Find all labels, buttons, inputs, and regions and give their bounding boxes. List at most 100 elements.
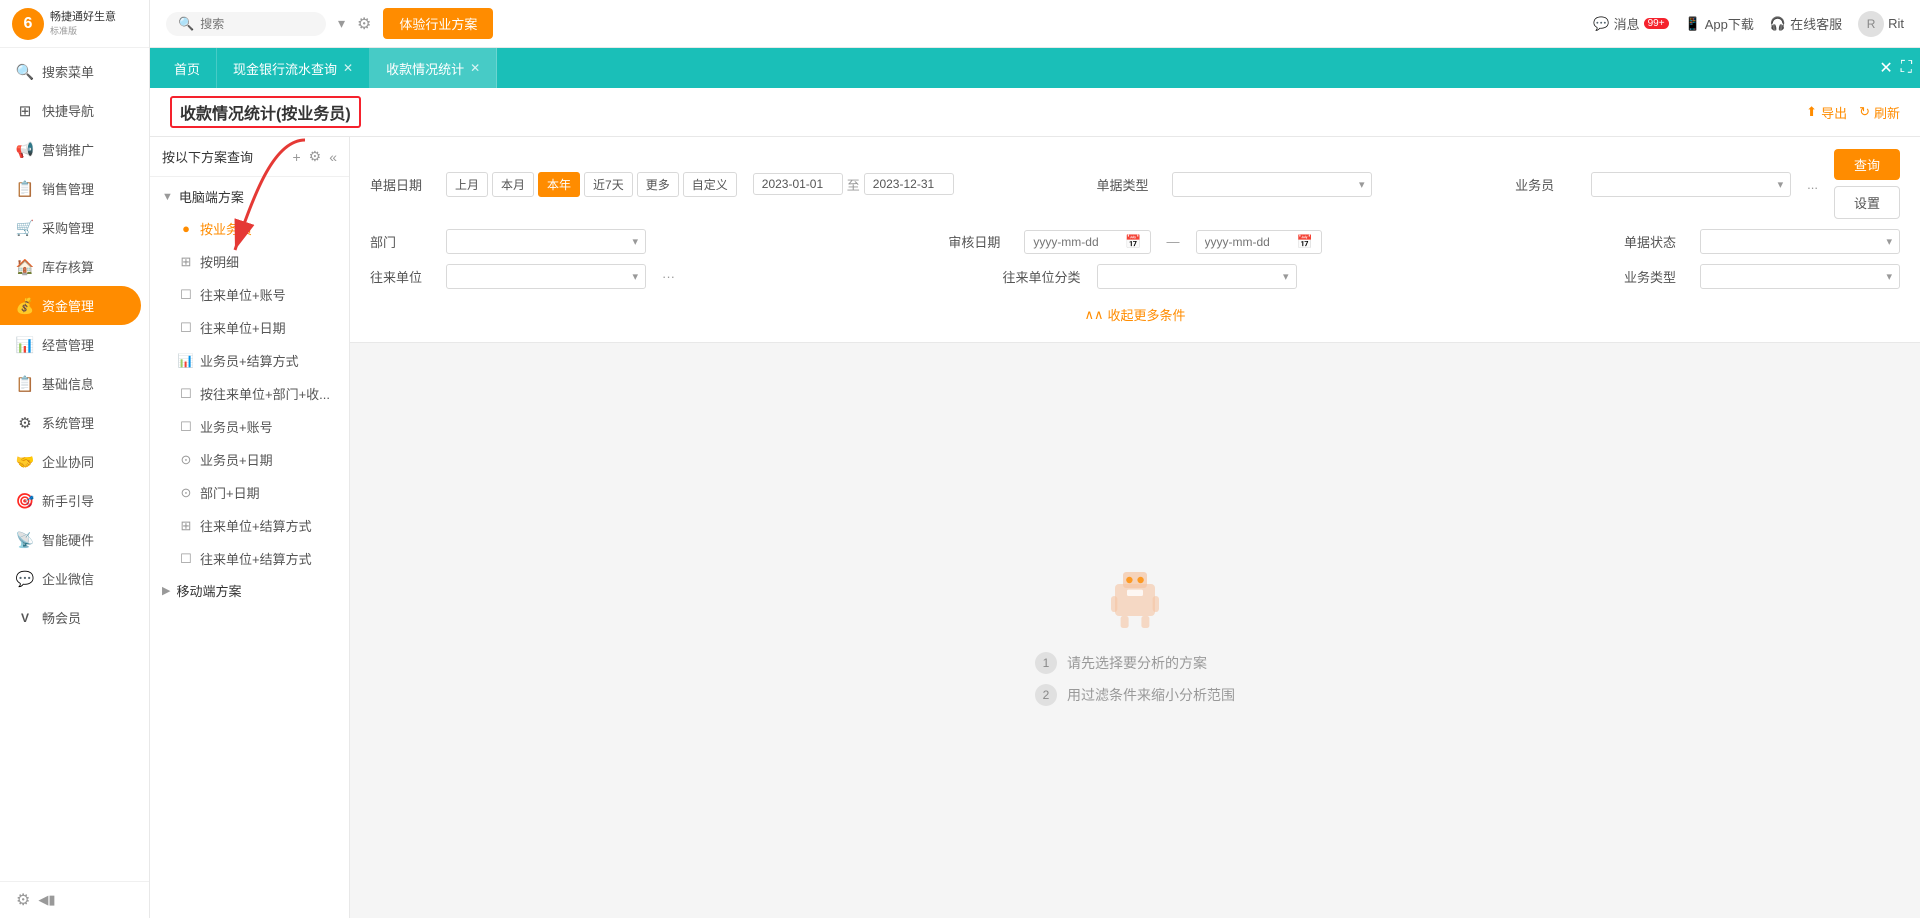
query-button[interactable]: 查询: [1834, 149, 1900, 180]
date-custom-btn[interactable]: 自定义: [683, 172, 737, 197]
tree-item-salesperson-account[interactable]: ☐ 业务员+账号: [150, 410, 349, 443]
business-type-label: 业务类型: [1624, 267, 1684, 286]
business-type-select[interactable]: [1700, 264, 1900, 289]
empty-robot-icon: [1095, 556, 1175, 636]
tree-item-dept-date[interactable]: ⊙ 部门+日期: [150, 476, 349, 509]
tree-item-unit-dept-label: 按往来单位+部门+收...: [200, 384, 330, 403]
calendar-to-icon[interactable]: 📅: [1297, 234, 1313, 250]
sidebar-item-capital[interactable]: 💰 资金管理: [0, 286, 141, 325]
tree-group-mobile-header[interactable]: ▶ 移动端方案: [150, 575, 349, 606]
tree-item-unit-dept-receipt[interactable]: ☐ 按往来单位+部门+收...: [150, 377, 349, 410]
date-from-input[interactable]: [753, 173, 843, 195]
tree-group-mobile-arrow: ▶: [162, 584, 170, 597]
salesperson-settlement-icon: 📊: [178, 353, 194, 369]
sidebar-item-basic[interactable]: 📋 基础信息: [0, 364, 149, 403]
collapse-conditions-btn[interactable]: ∧∧ 收起更多条件: [370, 299, 1900, 330]
salesperson-select[interactable]: [1591, 172, 1791, 197]
salesperson-more-icon[interactable]: ...: [1807, 177, 1818, 192]
sidebar-settings-icon[interactable]: ⚙: [16, 890, 30, 910]
window-close-btn[interactable]: ✕: [1879, 58, 1892, 78]
sidebar-item-inventory-label: 库存核算: [42, 257, 94, 276]
export-icon: ⬆: [1806, 104, 1817, 120]
data-area: 1 请先选择要分析的方案 2 用过滤条件来缩小分析范围: [350, 343, 1920, 918]
window-maximize-btn[interactable]: ⛶: [1901, 59, 1912, 77]
user-btn[interactable]: R Rit: [1858, 11, 1904, 37]
message-icon: 💬: [1593, 16, 1609, 32]
tree-item-salesperson-date[interactable]: ⊙ 业务员+日期: [150, 443, 349, 476]
sidebar-item-search[interactable]: 🔍 搜索菜单: [0, 52, 149, 91]
topbar-dropdown-icon[interactable]: ▾: [338, 15, 345, 32]
app-download-btn[interactable]: 📱 App下载: [1685, 14, 1754, 33]
sidebar-item-enterprise[interactable]: 🤝 企业协同: [0, 442, 149, 481]
review-date-separator: —: [1167, 234, 1180, 249]
sidebar-item-hardware[interactable]: 📡 智能硬件: [0, 520, 149, 559]
tree-item-unit-settlement1[interactable]: ⊞ 往来单位+结算方式: [150, 509, 349, 542]
tab-bank-flow-close[interactable]: ✕: [343, 61, 353, 75]
sidebar-item-wechat[interactable]: 💬 企业微信: [0, 559, 149, 598]
date-to-input[interactable]: [864, 173, 954, 195]
sidebar-item-member[interactable]: V 畅会员: [0, 598, 149, 637]
messages-btn[interactable]: 💬 消息 99+: [1593, 14, 1668, 33]
review-date-to-input[interactable]: [1205, 235, 1293, 249]
tree-item-by-detail[interactable]: ⊞ 按明细: [150, 245, 349, 278]
topbar-search-area: 🔍: [166, 12, 326, 36]
tree-item-by-salesperson[interactable]: ● 按业务员: [150, 212, 349, 245]
tree-item-unit-account[interactable]: ☐ 往来单位+账号: [150, 278, 349, 311]
doc-type-select[interactable]: [1172, 172, 1372, 197]
dept-select[interactable]: [446, 229, 646, 254]
tab-home[interactable]: 首页: [158, 48, 217, 88]
refresh-button[interactable]: ↻ 刷新: [1859, 103, 1900, 122]
username-label: Rit: [1888, 16, 1904, 31]
sidebar-item-purchase[interactable]: 🛒 采购管理: [0, 208, 149, 247]
sidebar-item-marketing[interactable]: 📢 营销推广: [0, 130, 149, 169]
counterpart-category-select[interactable]: [1097, 264, 1297, 289]
tree-item-salesperson-settlement[interactable]: 📊 业务员+结算方式: [150, 344, 349, 377]
panel-settings-icon[interactable]: ⚙: [309, 148, 322, 165]
sidebar-collapse-icon[interactable]: ◀▮: [38, 892, 55, 908]
online-service-btn[interactable]: 🎧 在线客服: [1770, 14, 1842, 33]
export-button[interactable]: ⬆ 导出: [1806, 103, 1847, 122]
action-buttons: 查询 设置: [1834, 149, 1900, 219]
panel-collapse-icon[interactable]: «: [329, 149, 337, 165]
tab-receipt-stats[interactable]: 收款情况统计 ✕: [370, 48, 497, 88]
filter-area: 单据日期 上月 本月 本年 近7天 更多 自定义 至: [350, 137, 1920, 343]
date-this-month-btn[interactable]: 本月: [492, 172, 534, 197]
date-last7days-btn[interactable]: 近7天: [584, 172, 633, 197]
counterpart-more-icon[interactable]: ···: [662, 269, 675, 284]
sidebar-bottom: ⚙ ◀▮: [0, 881, 149, 918]
review-date-from-input[interactable]: [1033, 235, 1121, 249]
tree-item-unit-settlement2[interactable]: ☐ 往来单位+结算方式: [150, 542, 349, 575]
date-this-year-btn[interactable]: 本年: [538, 172, 580, 197]
topbar-search-input[interactable]: [200, 17, 320, 31]
panel-title: 按以下方案查询: [162, 147, 284, 166]
counterpart-select[interactable]: [446, 264, 646, 289]
unit-settlement2-icon: ☐: [178, 551, 194, 567]
sidebar-item-inventory[interactable]: 🏠 库存核算: [0, 247, 149, 286]
tab-bank-flow[interactable]: 现金银行流水查询 ✕: [217, 48, 370, 88]
tree-item-unit-date[interactable]: ☐ 往来单位+日期: [150, 311, 349, 344]
date-prev-month-btn[interactable]: 上月: [446, 172, 488, 197]
sidebar-item-system[interactable]: ⚙ 系统管理: [0, 403, 149, 442]
date-more-btn[interactable]: 更多: [637, 172, 679, 197]
panel-add-icon[interactable]: +: [292, 149, 300, 165]
settings-button[interactable]: 设置: [1834, 186, 1900, 219]
sidebar-item-sales[interactable]: 📋 销售管理: [0, 169, 149, 208]
step-2-num: 2: [1035, 684, 1057, 706]
sidebar-item-quicknav[interactable]: ⊞ 快捷导航: [0, 91, 149, 130]
sidebar-item-operations[interactable]: 📊 经营管理: [0, 325, 149, 364]
empty-steps: 1 请先选择要分析的方案 2 用过滤条件来缩小分析范围: [1035, 652, 1235, 706]
doc-status-select-wrap: [1700, 229, 1900, 254]
tab-receipt-stats-close[interactable]: ✕: [470, 61, 480, 75]
topbar-search-icon: 🔍: [178, 16, 194, 32]
calendar-from-icon[interactable]: 📅: [1125, 234, 1141, 250]
unit-date-icon: ☐: [178, 320, 194, 336]
online-service-label: 在线客服: [1790, 14, 1842, 33]
sidebar-item-guide[interactable]: 🎯 新手引导: [0, 481, 149, 520]
doc-status-select[interactable]: [1700, 229, 1900, 254]
left-panel: 按以下方案查询 + ⚙ « ▼ 电脑端方案 ● 按业务员 ⊞: [150, 137, 350, 918]
trial-button[interactable]: 体验行业方案: [383, 8, 493, 39]
topbar-settings-icon[interactable]: ⚙: [357, 14, 371, 34]
tree-group-desktop-header[interactable]: ▼ 电脑端方案: [150, 181, 349, 212]
sidebar-item-wechat-label: 企业微信: [42, 569, 94, 588]
tree-group-mobile: ▶ 移动端方案: [150, 575, 349, 606]
